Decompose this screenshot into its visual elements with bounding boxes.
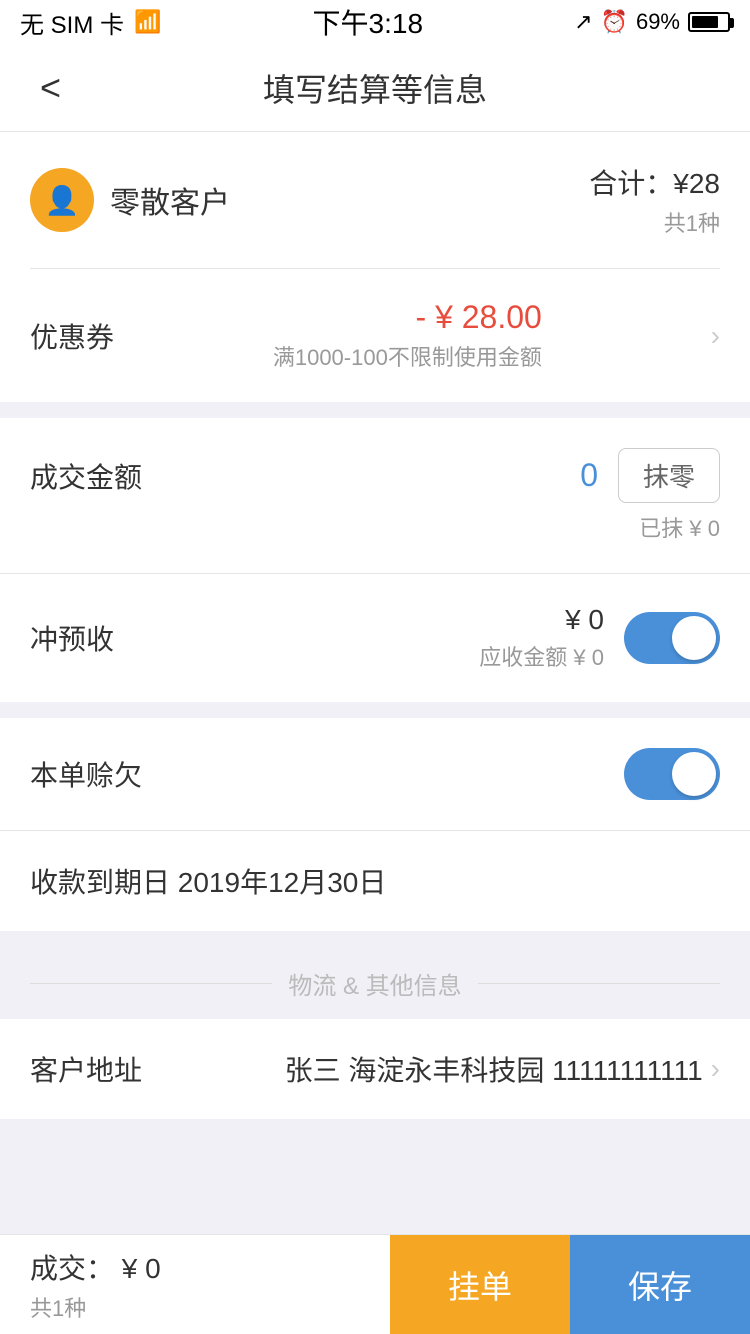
credit-card: 本单赊欠 收款到期日 2019年12月30日 (0, 718, 750, 931)
logistics-label: 物流 & 其他信息 (272, 966, 477, 1001)
bottom-info: 成交： ¥ 0 共1种 (0, 1235, 390, 1334)
address-value: 张三 海淀永丰科技园 11111111111 (285, 1049, 703, 1089)
nav-bar: < 填写结算等信息 (0, 44, 750, 132)
status-left: 无 SIM 卡 📶 (20, 5, 161, 40)
credit-row: 本单赊欠 (30, 748, 720, 800)
carrier-text: 无 SIM 卡 (20, 5, 124, 40)
customer-section: 👤 零散客户 合计：¥28 共1种 优惠券 - ¥ 28.00 满1000-10… (0, 132, 750, 402)
status-bar: 无 SIM 卡 📶 下午3:18 ↗ ⏰ 69% (0, 0, 750, 44)
save-button[interactable]: 保存 (570, 1235, 750, 1334)
prepay-row: 冲预收 ¥ 0 应收金额 ¥ 0 (30, 604, 720, 672)
battery-icon (688, 12, 730, 32)
location-icon: ↗ (574, 9, 592, 35)
credit-toggle-knob (672, 752, 716, 796)
deal-row: 成交金额 0 抹零 (30, 448, 720, 503)
bottom-bar: 成交： ¥ 0 共1种 挂单 保存 (0, 1234, 750, 1334)
page-title: 填写结算等信息 (263, 65, 487, 111)
prepay-label: 冲预收 (30, 618, 114, 658)
status-time: 下午3:18 (313, 2, 424, 42)
credit-toggle[interactable] (624, 748, 720, 800)
wifi-icon: 📶 (134, 9, 161, 35)
credit-label: 本单赊欠 (30, 754, 142, 794)
prepay-values: ¥ 0 应收金额 ¥ 0 (479, 604, 604, 672)
content-area: 👤 零散客户 合计：¥28 共1种 优惠券 - ¥ 28.00 满1000-10… (0, 132, 750, 1255)
address-label: 客户地址 (30, 1049, 142, 1089)
customer-name: 零散客户 (110, 178, 230, 222)
deal-amount-value: 0 (558, 457, 598, 494)
due-date-label: 收款到期日 2019年12月30日 (30, 867, 386, 898)
credit-section: 本单赊欠 (0, 718, 750, 830)
address-right: 张三 海淀永丰科技园 11111111111 › (265, 1049, 720, 1089)
customer-right: 合计：¥28 共1种 (589, 162, 720, 238)
due-date-section: 收款到期日 2019年12月30日 (0, 830, 750, 931)
toggle-knob (672, 616, 716, 660)
status-right: ↗ ⏰ 69% (574, 9, 730, 35)
address-row: 客户地址 张三 海淀永丰科技园 11111111111 › (30, 1049, 720, 1089)
coupon-discount: - ¥ 28.00 (273, 299, 542, 336)
coupon-row[interactable]: 优惠券 - ¥ 28.00 满1000-100不限制使用金额 › (0, 269, 750, 402)
customer-left: 👤 零散客户 (30, 168, 230, 232)
prepay-sub: 应收金额 ¥ 0 (479, 640, 604, 672)
coupon-label: 优惠券 (30, 316, 114, 356)
customer-count: 共1种 (589, 206, 720, 238)
prepay-toggle[interactable] (624, 612, 720, 664)
deal-prepay-card: 成交金额 0 抹零 已抹 ¥ 0 冲预收 ¥ 0 应收金额 ¥ 0 (0, 418, 750, 702)
deal-right: 0 抹零 (558, 448, 720, 503)
customer-avatar: 👤 (30, 168, 94, 232)
battery-percent: 69% (636, 9, 680, 35)
deal-amount-section: 成交金额 0 抹零 已抹 ¥ 0 (0, 418, 750, 573)
deal-amount-label: 成交金额 (30, 456, 142, 496)
address-chevron-icon: › (711, 1053, 720, 1085)
customer-row: 👤 零散客户 合计：¥28 共1种 (0, 132, 750, 268)
prepay-section: 冲预收 ¥ 0 应收金额 ¥ 0 (0, 573, 750, 702)
avatar-icon: 👤 (45, 184, 80, 217)
prepay-right: ¥ 0 应收金额 ¥ 0 (479, 604, 720, 672)
customer-total: 合计：¥28 (589, 162, 720, 202)
coupon-right: - ¥ 28.00 满1000-100不限制使用金额 (273, 299, 542, 372)
logistics-separator: 物流 & 其他信息 (0, 947, 750, 1019)
bottom-count-label: 共1种 (30, 1291, 360, 1323)
coupon-chevron-icon: › (711, 320, 720, 352)
round-zero-button[interactable]: 抹零 (618, 448, 720, 503)
coupon-desc: 满1000-100不限制使用金额 (273, 340, 542, 372)
prepay-amount: ¥ 0 (479, 604, 604, 636)
address-section[interactable]: 客户地址 张三 海淀永丰科技园 11111111111 › (0, 1019, 750, 1119)
bottom-deal-label: 成交： ¥ 0 (30, 1247, 360, 1287)
hang-order-button[interactable]: 挂单 (390, 1235, 570, 1334)
alarm-icon: ⏰ (601, 9, 628, 35)
back-button[interactable]: < (30, 57, 71, 119)
deal-amount-sub: 已抹 ¥ 0 (30, 511, 720, 543)
